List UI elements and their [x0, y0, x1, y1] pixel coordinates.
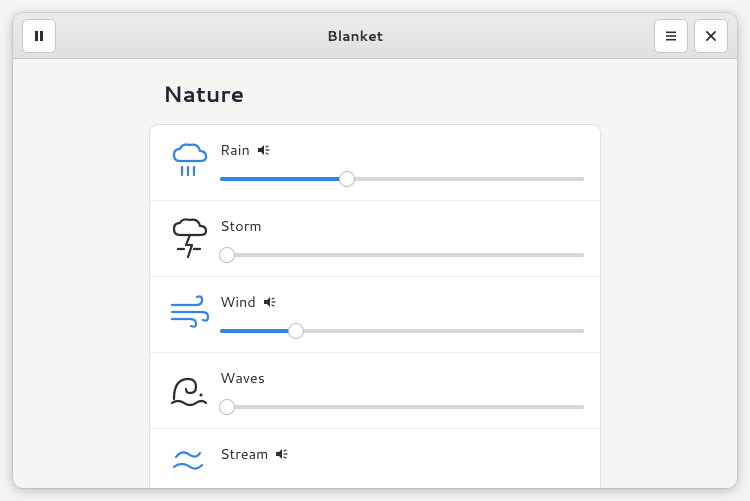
sound-row-wind: Wind: [150, 277, 600, 353]
volume-slider-waves[interactable]: [220, 398, 584, 416]
close-icon: [705, 30, 717, 42]
sound-label: Wind: [220, 291, 256, 312]
hamburger-icon: [664, 29, 678, 43]
window-title: Blanket: [59, 26, 651, 46]
pause-button[interactable]: [22, 19, 56, 53]
volume-slider-storm[interactable]: [220, 246, 584, 264]
sound-label: Rain: [220, 139, 250, 160]
sound-label: Waves: [220, 367, 265, 388]
app-window: Blanket Nature: [13, 13, 737, 488]
storm-icon: [166, 217, 212, 261]
speaker-icon: [274, 447, 288, 461]
section-title: Nature: [163, 79, 737, 110]
sound-label: Storm: [220, 215, 262, 236]
sound-row-rain: Rain: [150, 125, 600, 201]
content-area: Nature Rain: [13, 59, 737, 488]
volume-slider-wind[interactable]: [220, 322, 584, 340]
volume-slider-rain[interactable]: [220, 170, 584, 188]
wind-icon: [166, 293, 212, 331]
sound-row-storm: Storm: [150, 201, 600, 277]
close-button[interactable]: [694, 19, 728, 53]
sound-row-stream: Stream: [150, 429, 600, 488]
speaker-icon: [262, 295, 276, 309]
stream-icon: [166, 445, 212, 475]
waves-icon: [166, 369, 212, 411]
sound-row-waves: Waves: [150, 353, 600, 429]
headerbar: Blanket: [13, 13, 737, 59]
speaker-icon: [256, 143, 270, 157]
pause-icon: [33, 30, 45, 42]
menu-button[interactable]: [654, 19, 688, 53]
sounds-card: Rain: [149, 124, 601, 488]
sound-label: Stream: [220, 443, 268, 464]
rain-icon: [166, 141, 212, 183]
